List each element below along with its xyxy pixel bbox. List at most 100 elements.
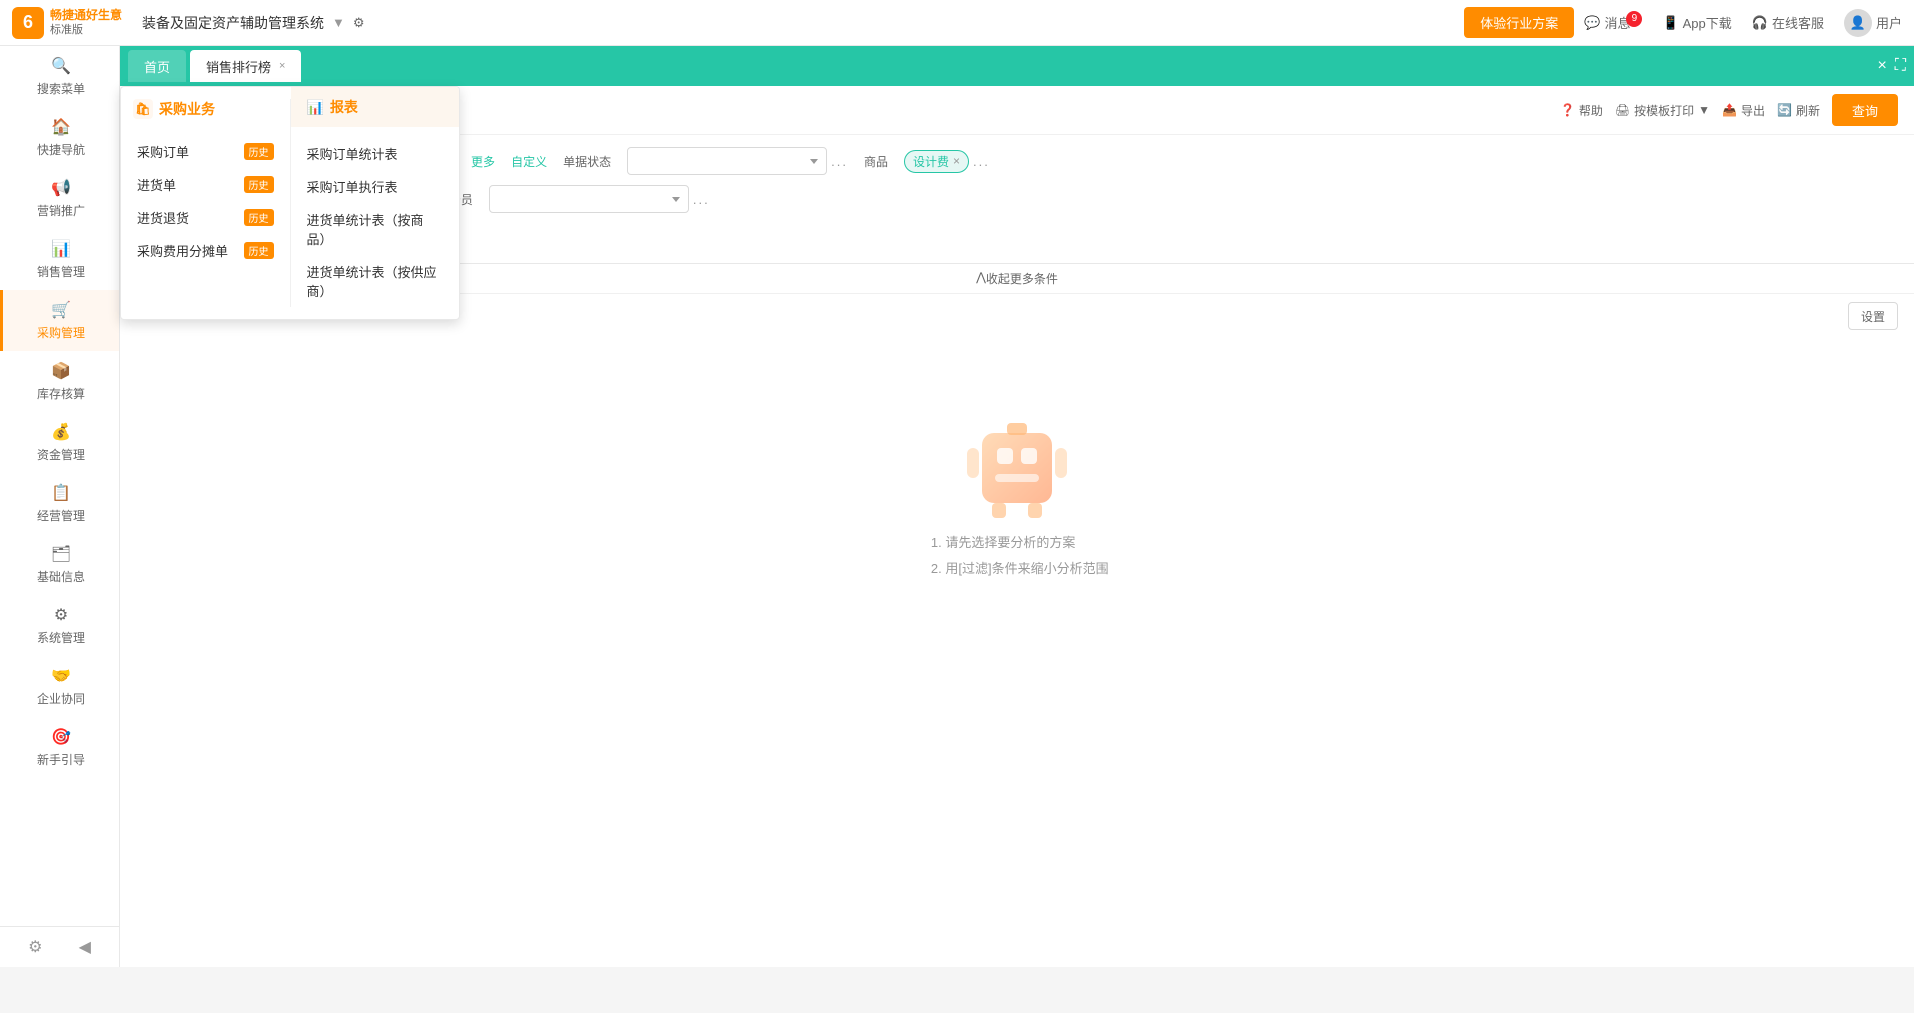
tab-sales-ranking[interactable]: 销售排行榜 ×: [190, 50, 301, 82]
print-dropdown-icon[interactable]: ▼: [1698, 103, 1710, 117]
sidebar-item-guide[interactable]: 🎯 新手引导: [0, 717, 119, 778]
message-icon: 💬: [1584, 15, 1600, 31]
sidebar-item-sales[interactable]: 📊 销售管理: [0, 229, 119, 290]
app-download-btn[interactable]: 📱 App下载: [1662, 13, 1731, 32]
menu-item-receipt[interactable]: 进货单 历史: [133, 168, 278, 201]
sidebar-item-system[interactable]: ⚙ 系统管理: [0, 595, 119, 656]
logo-text: 畅捷通好生意 标准版: [50, 8, 122, 38]
tab-expand-btn[interactable]: ⛶: [1895, 57, 1906, 75]
salesperson-dots[interactable]: ...: [693, 192, 710, 207]
sidebar-label-purchase: 采购管理: [37, 324, 85, 341]
history-badge-4[interactable]: 历史: [244, 242, 274, 259]
salesperson-area: ...: [489, 185, 710, 213]
messages-btn[interactable]: 💬 消息 9: [1584, 13, 1642, 32]
help-label: 帮助: [1579, 102, 1603, 119]
history-badge-3[interactable]: 历史: [244, 209, 274, 226]
date-preset-more[interactable]: 更多: [471, 153, 495, 170]
logo-area: 6 畅捷通好生意 标准版: [12, 7, 132, 39]
sys-title-text: 装备及固定资产辅助管理系统: [142, 13, 324, 33]
order-stat-label: 采购订单统计表: [307, 144, 398, 163]
app-label: App下载: [1683, 13, 1732, 32]
tab-close-icon[interactable]: ×: [279, 60, 285, 72]
empty-tips: 请先选择要分析的方案 用[过滤]条件来缩小分析范围: [925, 530, 1108, 582]
sidebar-label-inventory: 库存核算: [37, 385, 85, 402]
top-bar: 6 畅捷通好生意 标准版 装备及固定资产辅助管理系统 ▼ ⚙ 体验行业方案 💬 …: [0, 0, 1914, 46]
doc-status-select[interactable]: [627, 147, 827, 175]
goods-dots[interactable]: ...: [973, 154, 990, 169]
menu-item-receipt-stat-goods[interactable]: 进货单统计表（按商品）: [303, 203, 448, 255]
logo-icon: 6: [12, 7, 44, 39]
sidebar-item-marketing[interactable]: 📢 营销推广: [0, 168, 119, 229]
collapse-icon-up: ⋀: [976, 270, 986, 287]
tab-close-btn[interactable]: ×: [1877, 57, 1886, 75]
doc-status-area: ...: [627, 147, 848, 175]
collapse-label: 收起更多条件: [986, 270, 1058, 287]
top-right: 💬 消息 9 📱 App下载 🎧 在线客服 👤 用户: [1584, 9, 1902, 37]
home-icon: 🏠: [51, 117, 71, 137]
service-label: 在线客服: [1772, 13, 1824, 32]
industry-btn[interactable]: 体验行业方案: [1464, 7, 1574, 38]
purchase-business-col: 🛍 采购业务 采购订单 历史 进货单 历史 进货退货 历史 采购费用分摊单 历史: [121, 99, 291, 307]
export-btn[interactable]: 📤 导出: [1722, 102, 1765, 119]
sidebar-label-navigation: 快捷导航: [37, 141, 85, 158]
goods-area: 设计费 × ...: [904, 150, 990, 173]
avatar: 👤: [1844, 9, 1872, 37]
history-badge-1[interactable]: 历史: [244, 143, 274, 160]
salesperson-select[interactable]: [489, 185, 689, 213]
receipt-label: 进货单: [137, 175, 176, 194]
tab-controls: × ⛶: [1877, 57, 1906, 75]
print-icon: 🖨: [1615, 103, 1630, 117]
sidebar-item-purchase[interactable]: 🛒 采购管理: [0, 290, 119, 351]
user-label: 用户: [1876, 13, 1902, 32]
user-btn[interactable]: 👤 用户: [1844, 9, 1902, 37]
sidebar-item-operations[interactable]: 📋 经营管理: [0, 473, 119, 534]
help-btn[interactable]: ❓ 帮助: [1560, 102, 1603, 119]
purchase-col-title-text: 采购业务: [159, 99, 215, 119]
search-icon: 🔍: [51, 56, 71, 76]
marketing-icon: 📢: [51, 178, 71, 198]
sales-icon: 📊: [51, 239, 71, 259]
setting-btn[interactable]: 设置: [1848, 302, 1898, 330]
sidebar-item-inventory[interactable]: 📦 库存核算: [0, 351, 119, 412]
sidebar-item-search[interactable]: 🔍 搜索菜单: [0, 46, 119, 107]
menu-item-purchase-order[interactable]: 采购订单 历史: [133, 135, 278, 168]
history-badge-2[interactable]: 历史: [244, 176, 274, 193]
dropdown-arrow-icon[interactable]: ▼: [332, 15, 345, 30]
print-btn[interactable]: 🖨 按模板打印 ▼: [1615, 102, 1710, 119]
goods-tag-remove[interactable]: ×: [953, 154, 960, 168]
finance-icon: 💰: [51, 422, 71, 442]
online-service-btn[interactable]: 🎧 在线客服: [1752, 13, 1824, 32]
export-label: 导出: [1741, 102, 1765, 119]
sidebar-label-marketing: 营销推广: [37, 202, 85, 219]
menu-item-receipt-stat-supplier[interactable]: 进货单统计表（按供应商）: [303, 255, 448, 307]
collab-icon: 🤝: [51, 666, 71, 686]
system-icon: ⚙: [54, 605, 68, 625]
menu-item-expense[interactable]: 采购费用分摊单 历史: [133, 234, 278, 267]
tab-bar: 首页 销售排行榜 × × ⛶: [120, 46, 1914, 86]
refresh-btn[interactable]: 🔄 刷新: [1777, 102, 1820, 119]
settings-icon[interactable]: ⚙: [353, 15, 365, 31]
sidebar-item-basic[interactable]: 🗂 基础信息: [0, 534, 119, 595]
print-label: 按模板打印: [1634, 102, 1694, 119]
purchase-col-title: 🛍 采购业务: [133, 99, 278, 125]
query-btn[interactable]: 查询: [1832, 94, 1898, 126]
sidebar-item-navigation[interactable]: 🏠 快捷导航: [0, 107, 119, 168]
doc-status-dots[interactable]: ...: [831, 154, 848, 169]
menu-item-return[interactable]: 进货退货 历史: [133, 201, 278, 234]
date-preset-custom[interactable]: 自定义: [511, 153, 547, 170]
empty-svg: [957, 418, 1077, 518]
guide-icon: 🎯: [51, 727, 71, 747]
menu-item-order-stat[interactable]: 采购订单统计表: [303, 137, 448, 170]
sidebar-item-finance[interactable]: 💰 资金管理: [0, 412, 119, 473]
purchase-order-label: 采购订单: [137, 142, 189, 161]
tab-home[interactable]: 首页: [128, 50, 186, 82]
messages-badge: 9: [1626, 11, 1642, 27]
report-col-icon: 📊: [307, 99, 324, 116]
menu-item-order-exec[interactable]: 采购订单执行表: [303, 170, 448, 203]
purchase-dropdown-menu: 🛍 采购业务 采购订单 历史 进货单 历史 进货退货 历史 采购费用分摊单 历史…: [120, 86, 460, 320]
settings-bottom-icon[interactable]: ⚙: [28, 937, 42, 957]
export-icon: 📤: [1722, 103, 1737, 117]
collapse-icon[interactable]: ◀: [79, 937, 91, 957]
phone-icon: 📱: [1662, 15, 1678, 31]
sidebar-item-collab[interactable]: 🤝 企业协同: [0, 656, 119, 717]
